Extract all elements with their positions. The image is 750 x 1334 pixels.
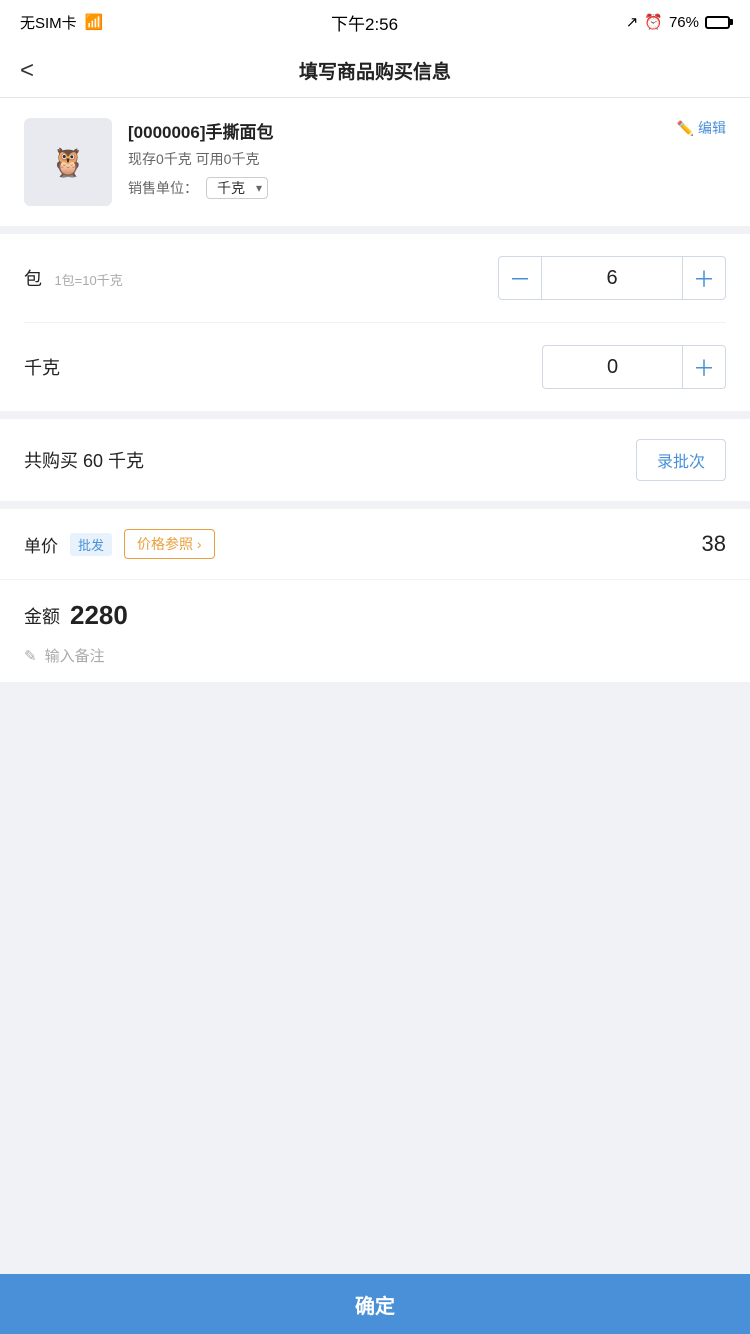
battery-icon <box>705 16 730 29</box>
product-info: [0000006]手撕面包 ✏️ 编辑 现存0千克 可用0千克 销售单位： 千克… <box>128 118 726 199</box>
product-stock: 现存0千克 可用0千克 <box>128 149 726 169</box>
alarm-icon: ⏰ <box>644 13 663 31</box>
price-value: 38 <box>702 531 726 557</box>
remark-row[interactable]: ✎ 输入备注 <box>24 645 726 666</box>
nav-bar: < 填写商品购买信息 <box>0 44 750 98</box>
quantity-row-kg: 千克 ＋ <box>24 323 726 411</box>
quantity-input-kg[interactable] <box>542 345 682 389</box>
product-image: 🦉 <box>24 118 112 206</box>
amount-row: 金额 2280 <box>24 600 726 631</box>
pencil-icon: ✎ <box>24 647 37 665</box>
spacer <box>0 682 750 1334</box>
gps-icon: ↗ <box>626 13 639 31</box>
increment-button-kg[interactable]: ＋ <box>682 345 726 389</box>
unit-select-wrap[interactable]: 千克 包 <box>206 177 268 199</box>
hint-bao: 1包=10千克 <box>54 273 122 288</box>
product-card: 🦉 [0000006]手撕面包 ✏️ 编辑 现存0千克 可用0千克 销售单位： … <box>0 98 750 234</box>
price-ref-button[interactable]: 价格参照 › <box>124 529 215 559</box>
label-bao: 包 <box>24 269 42 289</box>
edit-label: 编辑 <box>698 118 726 138</box>
back-button[interactable]: < <box>20 57 34 85</box>
status-left: 无SIM卡 📶 <box>20 12 103 33</box>
quantity-row-bao: 包 1包=10千克 － ＋ <box>24 234 726 323</box>
product-logo: 🦉 <box>51 146 86 179</box>
carrier-text: 无SIM卡 <box>20 12 77 33</box>
page-title: 填写商品购买信息 <box>299 57 451 84</box>
quantity-input-bao[interactable] <box>542 256 682 300</box>
product-unit: 销售单位： 千克 包 <box>128 177 726 199</box>
total-section: 共购买 60 千克 录批次 <box>0 411 750 509</box>
quantity-label-kg: 千克 <box>24 354 60 380</box>
label-kg: 千克 <box>24 358 60 378</box>
product-name: [0000006]手撕面包 <box>128 118 274 143</box>
quantity-label-bao: 包 1包=10千克 <box>24 265 123 291</box>
amount-label: 金额 <box>24 603 60 629</box>
batch-button[interactable]: 录批次 <box>636 439 726 481</box>
decrement-button-bao[interactable]: － <box>498 256 542 300</box>
edit-button[interactable]: ✏️ 编辑 <box>677 118 726 138</box>
status-bar: 无SIM卡 📶 下午2:56 ↗ ⏰ 76% <box>0 0 750 44</box>
quantity-section: 包 1包=10千克 － ＋ 千克 ＋ <box>0 234 750 411</box>
amount-value: 2280 <box>70 600 128 631</box>
wifi-icon: 📶 <box>85 13 104 31</box>
unit-select[interactable]: 千克 包 <box>206 177 268 199</box>
page-body: 🦉 [0000006]手撕面包 ✏️ 编辑 现存0千克 可用0千克 销售单位： … <box>0 98 750 1334</box>
price-section: 单价 批发 价格参照 › 38 <box>0 509 750 580</box>
price-label: 单价 <box>24 532 58 557</box>
total-text: 共购买 60 千克 <box>24 447 144 473</box>
quantity-controls-bao: － ＋ <box>498 256 726 300</box>
battery-percent: 76% <box>669 14 699 31</box>
quantity-controls-kg: ＋ <box>542 345 726 389</box>
batch-tag: 批发 <box>70 533 112 556</box>
unit-label: 销售单位： <box>128 178 198 198</box>
amount-section: 金额 2280 ✎ 输入备注 <box>0 580 750 682</box>
remark-placeholder: 输入备注 <box>45 645 105 666</box>
status-right: ↗ ⏰ 76% <box>626 13 730 31</box>
status-time: 下午2:56 <box>331 10 398 35</box>
increment-button-bao[interactable]: ＋ <box>682 256 726 300</box>
confirm-button[interactable]: 确定 <box>0 1274 750 1334</box>
edit-icon: ✏️ <box>677 120 694 137</box>
